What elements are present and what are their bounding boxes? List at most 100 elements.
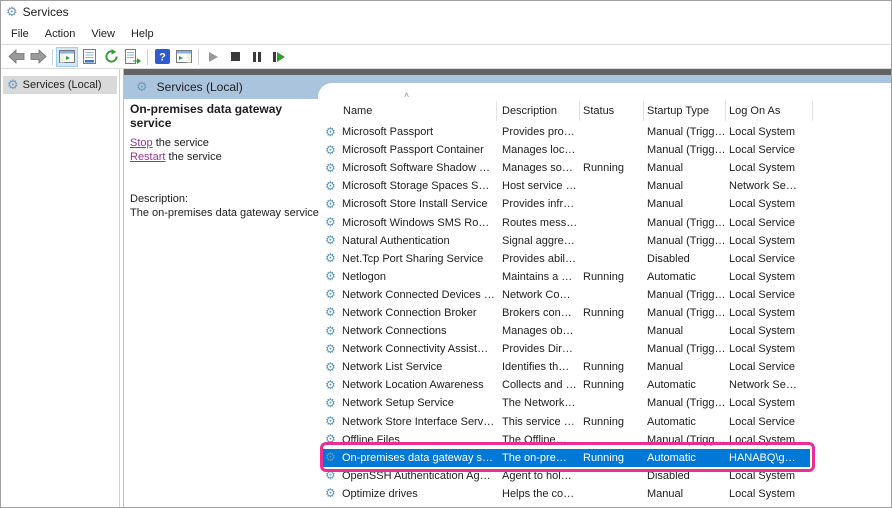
restart-service-icon[interactable] bbox=[268, 47, 290, 67]
column-header-startup-type[interactable]: Startup Type bbox=[647, 105, 709, 117]
table-row[interactable]: ⚙Network Connectivity Assist…Provides Di… bbox=[322, 340, 810, 358]
column-divider[interactable] bbox=[579, 101, 580, 121]
service-description: This service … bbox=[502, 416, 583, 428]
column-header-log-on-as[interactable]: Log On As bbox=[729, 105, 780, 117]
column-header-status[interactable]: Status bbox=[583, 105, 614, 117]
table-row[interactable]: ⚙Network Setup ServiceThe Network…Manual… bbox=[322, 394, 810, 412]
table-row[interactable]: ⚙Optimize drivesHelps the co…ManualLocal… bbox=[322, 485, 810, 503]
service-description: Provides Dir… bbox=[502, 343, 583, 355]
service-gear-icon: ⚙ bbox=[322, 288, 342, 301]
service-description: Manages ob… bbox=[502, 325, 583, 337]
service-startup-type: Manual (Trigg… bbox=[647, 235, 729, 247]
column-header-name[interactable]: Name bbox=[343, 105, 372, 117]
table-row[interactable]: ⚙Microsoft Software Shadow …Manages so…R… bbox=[322, 159, 810, 177]
stop-service-link[interactable]: Stop bbox=[130, 137, 153, 149]
table-row[interactable]: ⚙Network Store Interface Serv…This servi… bbox=[322, 413, 810, 431]
table-row[interactable]: ⚙Natural AuthenticationSignal aggre…Manu… bbox=[322, 232, 810, 250]
table-row[interactable]: ⚙Microsoft Passport ContainerManages loc… bbox=[322, 141, 810, 159]
service-log-on-as: Local System bbox=[729, 162, 810, 174]
service-status: Running bbox=[583, 379, 647, 391]
service-startup-type: Manual bbox=[647, 180, 729, 192]
service-gear-icon: ⚙ bbox=[322, 415, 342, 428]
services-gear-icon: ⚙ bbox=[7, 79, 19, 92]
menu-action[interactable]: Action bbox=[37, 26, 84, 42]
tree-item-services-local[interactable]: ⚙ Services (Local) bbox=[3, 76, 117, 94]
forward-arrow-icon[interactable] bbox=[27, 47, 49, 67]
service-startup-type: Automatic bbox=[647, 271, 729, 283]
export-list-icon[interactable] bbox=[122, 47, 144, 67]
service-startup-type: Manual (Trigg… bbox=[647, 434, 729, 446]
table-row[interactable]: ⚙Microsoft Storage Spaces S…Host service… bbox=[322, 177, 810, 195]
service-name: Network Location Awareness bbox=[342, 379, 502, 391]
table-row[interactable]: ⚙OpenSSH Authentication Ag…Agent to hol…… bbox=[322, 467, 810, 485]
table-row[interactable]: ⚙Network List ServiceIdentifies th…Runni… bbox=[322, 358, 810, 376]
menu-view[interactable]: View bbox=[83, 26, 123, 42]
column-divider[interactable] bbox=[725, 101, 726, 121]
table-row[interactable]: ⚙Microsoft Store Install ServiceProvides… bbox=[322, 195, 810, 213]
service-gear-icon: ⚙ bbox=[322, 216, 342, 229]
service-name: Network Connectivity Assist… bbox=[342, 343, 502, 355]
service-startup-type: Automatic bbox=[647, 452, 729, 464]
service-name: Network Connected Devices … bbox=[342, 289, 502, 301]
column-divider[interactable] bbox=[643, 101, 644, 121]
stop-service-text: the service bbox=[153, 137, 209, 149]
column-header-description[interactable]: Description bbox=[502, 105, 557, 117]
service-startup-type: Disabled bbox=[647, 470, 729, 482]
pause-service-icon[interactable] bbox=[246, 47, 268, 67]
menu-file[interactable]: File bbox=[3, 26, 37, 42]
title-bar: ⚙ Services bbox=[1, 1, 891, 23]
table-row[interactable]: ⚙Network ConnectionsManages ob…ManualLoc… bbox=[322, 322, 810, 340]
service-table-body: ⚙Microsoft PassportProvides pro…Manual (… bbox=[322, 123, 810, 508]
back-arrow-icon[interactable] bbox=[5, 47, 27, 67]
service-name: Network Connection Broker bbox=[342, 307, 502, 319]
service-log-on-as: Local Service bbox=[729, 253, 810, 265]
table-row[interactable]: ⚙Network Connected Devices …Network Co…M… bbox=[322, 286, 810, 304]
stop-service-line: Stop the service bbox=[130, 137, 209, 149]
service-name: Microsoft Passport Container bbox=[342, 144, 502, 156]
service-name: Network List Service bbox=[342, 361, 502, 373]
window-title: Services bbox=[23, 5, 69, 19]
show-console-tree-icon[interactable] bbox=[56, 47, 78, 67]
service-log-on-as: Local System bbox=[729, 198, 810, 210]
service-log-on-as: Local System bbox=[729, 126, 810, 138]
service-startup-type: Manual (Trigg… bbox=[647, 397, 729, 409]
table-row[interactable]: ⚙Network Connection BrokerBrokers con…Ru… bbox=[322, 304, 810, 322]
service-gear-icon: ⚙ bbox=[322, 451, 342, 464]
service-log-on-as: Local Service bbox=[729, 289, 810, 301]
table-row[interactable]: ⚙Net.Tcp Port Sharing ServiceProvides ab… bbox=[322, 250, 810, 268]
menu-help[interactable]: Help bbox=[123, 26, 162, 42]
toolbar-separator bbox=[52, 49, 53, 65]
table-row[interactable]: ⚙Offline FilesThe Offline…Manual (Trigg…… bbox=[322, 431, 810, 449]
service-startup-type: Disabled bbox=[647, 253, 729, 265]
service-description: Signal aggre… bbox=[502, 235, 583, 247]
service-log-on-as: Local Service bbox=[729, 144, 810, 156]
show-action-pane-icon[interactable] bbox=[173, 47, 195, 67]
service-name: Net.Tcp Port Sharing Service bbox=[342, 253, 502, 265]
table-row[interactable]: ⚙On-premises data gateway s…The on-pre…R… bbox=[322, 449, 810, 467]
service-gear-icon: ⚙ bbox=[322, 487, 342, 500]
service-description: Helps the co… bbox=[502, 488, 583, 500]
restart-service-link[interactable]: Restart bbox=[130, 151, 165, 163]
column-divider[interactable] bbox=[812, 101, 813, 121]
table-row[interactable]: ⚙Network Location AwarenessCollects and … bbox=[322, 376, 810, 394]
table-row[interactable]: ⚙NetlogonMaintains a …RunningAutomaticLo… bbox=[322, 268, 810, 286]
column-divider[interactable] bbox=[496, 101, 497, 121]
table-row[interactable]: ⚙Microsoft PassportProvides pro…Manual (… bbox=[322, 123, 810, 141]
properties-icon[interactable] bbox=[78, 47, 100, 67]
stop-service-icon[interactable] bbox=[224, 47, 246, 67]
service-description: Manages loc… bbox=[502, 144, 583, 156]
service-startup-type: Automatic bbox=[647, 379, 729, 391]
service-gear-icon: ⚙ bbox=[322, 270, 342, 283]
start-service-icon[interactable] bbox=[202, 47, 224, 67]
service-description: Identifies th… bbox=[502, 361, 583, 373]
service-gear-icon: ⚙ bbox=[322, 433, 342, 446]
service-log-on-as: Local System bbox=[729, 235, 810, 247]
refresh-icon[interactable] bbox=[100, 47, 122, 67]
table-row[interactable]: ⚙Parental ControlsEnforces pa…ManualLoca… bbox=[322, 503, 810, 508]
service-log-on-as: Local System bbox=[729, 271, 810, 283]
service-gear-icon: ⚙ bbox=[322, 325, 342, 338]
help-icon[interactable]: ? bbox=[151, 47, 173, 67]
service-status: Running bbox=[583, 307, 647, 319]
table-row[interactable]: ⚙Microsoft Windows SMS Ro…Routes mess…Ma… bbox=[322, 213, 810, 231]
service-log-on-as: Local System bbox=[729, 488, 810, 500]
